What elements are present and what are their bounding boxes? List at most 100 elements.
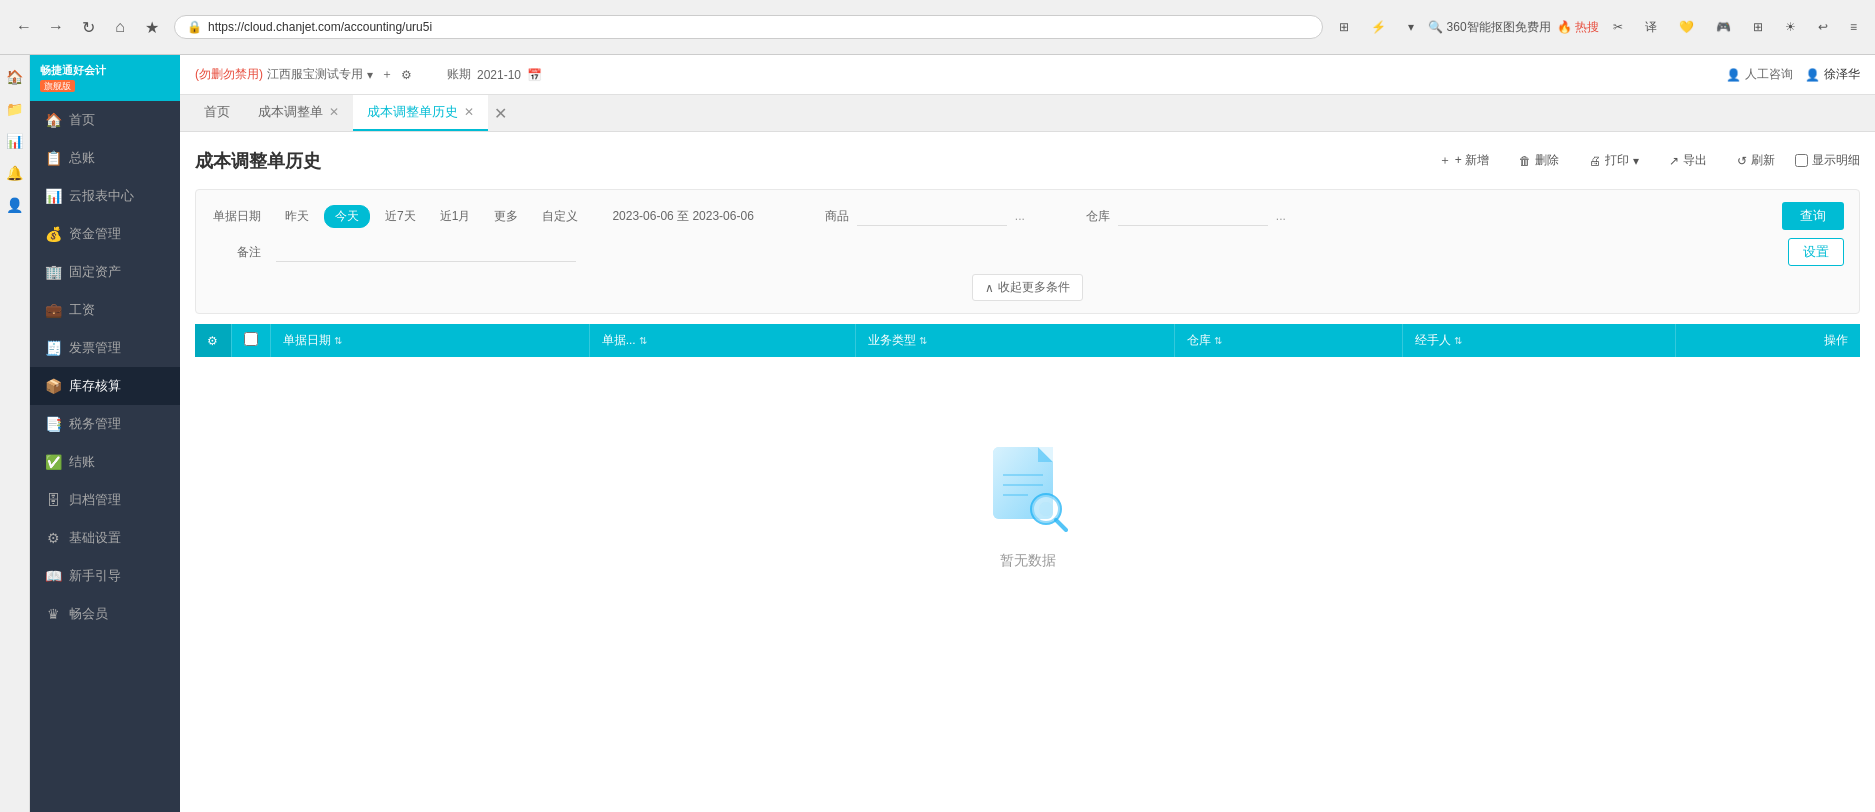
page-tabs: 首页 成本调整单 ✕ 成本调整单历史 ✕ ✕ [180,95,1875,132]
reports-icon: 📊 [45,188,61,204]
ledger-icon: 📋 [45,150,61,166]
tab-home[interactable]: 首页 [190,95,244,131]
close-all-tabs-button[interactable]: ✕ [488,104,513,123]
undo-button[interactable]: ↩ [1810,17,1836,37]
sun-button[interactable]: ☀ [1777,17,1804,37]
icon-bar-bell[interactable]: 🔔 [3,161,27,185]
print-button[interactable]: 🖨 打印 ▾ [1579,147,1649,174]
top-header: (勿删勿禁用) 江西服宝测试专用 ▾ ＋ ⚙ 账期 2021-10 📅 👤 人工… [180,55,1875,95]
refresh-button[interactable]: ↺ 刷新 [1727,147,1785,174]
sidebar-item-invoice[interactable]: 🧾 发票管理 [30,329,180,367]
user-info[interactable]: 👤 徐泽华 [1805,66,1860,83]
translate-button[interactable]: 译 [1637,16,1665,39]
sidebar-item-close[interactable]: ✅ 结账 [30,443,180,481]
tab-cost-adjust-history-close[interactable]: ✕ [464,105,474,119]
date-btn-more[interactable]: 更多 [485,205,527,228]
th-number-label: 单据... [602,332,636,349]
collapse-button[interactable]: ∧ 收起更多条件 [972,274,1083,301]
date-btn-1month[interactable]: 近1月 [431,205,480,228]
th-biztype[interactable]: 业务类型 ⇅ [855,324,1174,357]
game-button[interactable]: 🎮 [1708,17,1739,37]
th-warehouse-label: 仓库 [1187,332,1211,349]
th-number[interactable]: 单据... ⇅ [589,324,855,357]
sidebar-item-inventory[interactable]: 📦 库存核算 [30,367,180,405]
goods-more-btn[interactable]: ... [1015,209,1025,223]
address-bar[interactable]: 🔒 https://cloud.chanjet.com/accounting/u… [174,15,1323,39]
content-area: 成本调整单历史 ＋ + 新增 🗑 删除 🖨 打印 ▾ [180,132,1875,812]
dropdown-button[interactable]: ▾ [1400,17,1422,37]
export-button[interactable]: ↗ 导出 [1659,147,1717,174]
app-container: 🏠 📁 📊 🔔 👤 畅捷通好会计 旗舰版 🏠 首页 📋 总账 📊 云报表中心 💰… [0,55,1875,812]
tab-cost-adjust[interactable]: 成本调整单 ✕ [244,95,353,131]
company-selector[interactable]: (勿删勿禁用) 江西服宝测试专用 ▾ ＋ ⚙ [195,66,412,83]
refresh-icon: ↺ [1737,154,1747,168]
table-header: ⚙ 单据日期 ⇅ 单据... [195,324,1860,357]
add-company-icon[interactable]: ＋ [381,66,393,83]
service-button[interactable]: 👤 人工咨询 [1726,66,1793,83]
warehouse-more-btn[interactable]: ... [1276,209,1286,223]
scissors-button[interactable]: ✂ [1605,17,1631,37]
empty-state: 暂无数据 [195,357,1860,650]
sidebar-item-assets[interactable]: 🏢 固定资产 [30,253,180,291]
icon-bar: 🏠 📁 📊 🔔 👤 [0,55,30,812]
tax-icon: 📑 [45,416,61,432]
goods-filter-input[interactable] [857,207,1007,226]
th-handler[interactable]: 经手人 ⇅ [1402,324,1676,357]
date-btn-7days[interactable]: 近7天 [376,205,425,228]
forward-button[interactable]: → [42,13,70,41]
settings-icon: ⚙ [45,530,61,546]
extensions-button[interactable]: ⊞ [1331,17,1357,37]
home-button[interactable]: ⌂ [106,13,134,41]
url-text: https://cloud.chanjet.com/accounting/uru… [208,20,432,34]
sidebar-logo: 畅捷通好会计 旗舰版 [30,55,180,101]
tab-cost-adjust-history[interactable]: 成本调整单历史 ✕ [353,95,488,131]
wallet-button[interactable]: 💛 [1671,17,1702,37]
date-btn-custom[interactable]: 自定义 [533,205,587,228]
show-cols-checkbox[interactable]: 显示明细 [1795,152,1860,169]
th-warehouse[interactable]: 仓库 ⇅ [1174,324,1402,357]
tab-cost-adjust-close[interactable]: ✕ [329,105,339,119]
reload-button[interactable]: ↻ [74,13,102,41]
sidebar-item-salary[interactable]: 💼 工资 [30,291,180,329]
th-settings[interactable]: ⚙ [195,324,231,357]
lightning-button[interactable]: ⚡ [1363,17,1394,37]
tab-cost-adjust-label: 成本调整单 [258,103,323,121]
sidebar-item-archive[interactable]: 🗄 归档管理 [30,481,180,519]
date-btn-today[interactable]: 今天 [324,205,370,228]
remark-filter-input[interactable] [276,243,576,262]
icon-bar-folder[interactable]: 📁 [3,97,27,121]
sidebar-item-membership[interactable]: ♛ 畅会员 [30,595,180,633]
sidebar-item-funds[interactable]: 💰 资金管理 [30,215,180,253]
bookmark-button[interactable]: ★ [138,13,166,41]
menu-button[interactable]: ≡ [1842,17,1865,37]
warehouse-filter-input[interactable] [1118,207,1268,226]
hot-search[interactable]: 🔥 热搜 [1557,19,1599,36]
settings-icon[interactable]: ⚙ [401,68,412,82]
tab-home-label: 首页 [204,103,230,121]
company-dropdown-icon[interactable]: ▾ [367,68,373,82]
delete-button[interactable]: 🗑 删除 [1509,147,1569,174]
back-button[interactable]: ← [10,13,38,41]
funds-icon: 💰 [45,226,61,242]
icon-bar-home[interactable]: 🏠 [3,65,27,89]
sidebar-item-home[interactable]: 🏠 首页 [30,101,180,139]
date-btn-yesterday[interactable]: 昨天 [276,205,318,228]
search-tool[interactable]: 🔍 360智能抠图免费用 [1428,19,1550,36]
sidebar-item-guide[interactable]: 📖 新手引导 [30,557,180,595]
sidebar-item-settings[interactable]: ⚙ 基础设置 [30,519,180,557]
sidebar-item-reports[interactable]: 📊 云报表中心 [30,177,180,215]
settings-search-button[interactable]: 设置 [1788,238,1844,266]
icon-bar-user[interactable]: 👤 [3,193,27,217]
icon-bar-chart[interactable]: 📊 [3,129,27,153]
search-button[interactable]: 查询 [1782,202,1844,230]
show-cols-input[interactable] [1795,154,1808,167]
grid-button[interactable]: ⊞ [1745,17,1771,37]
th-date[interactable]: 单据日期 ⇅ [270,324,589,357]
new-button[interactable]: ＋ + 新增 [1429,147,1499,174]
sidebar-item-ledger[interactable]: 📋 总账 [30,139,180,177]
plus-icon: ＋ [1439,152,1451,169]
select-all-checkbox[interactable] [244,332,258,346]
sidebar-item-tax[interactable]: 📑 税务管理 [30,405,180,443]
calendar-icon[interactable]: 📅 [527,68,542,82]
remark-filter-label: 备注 [211,244,261,261]
